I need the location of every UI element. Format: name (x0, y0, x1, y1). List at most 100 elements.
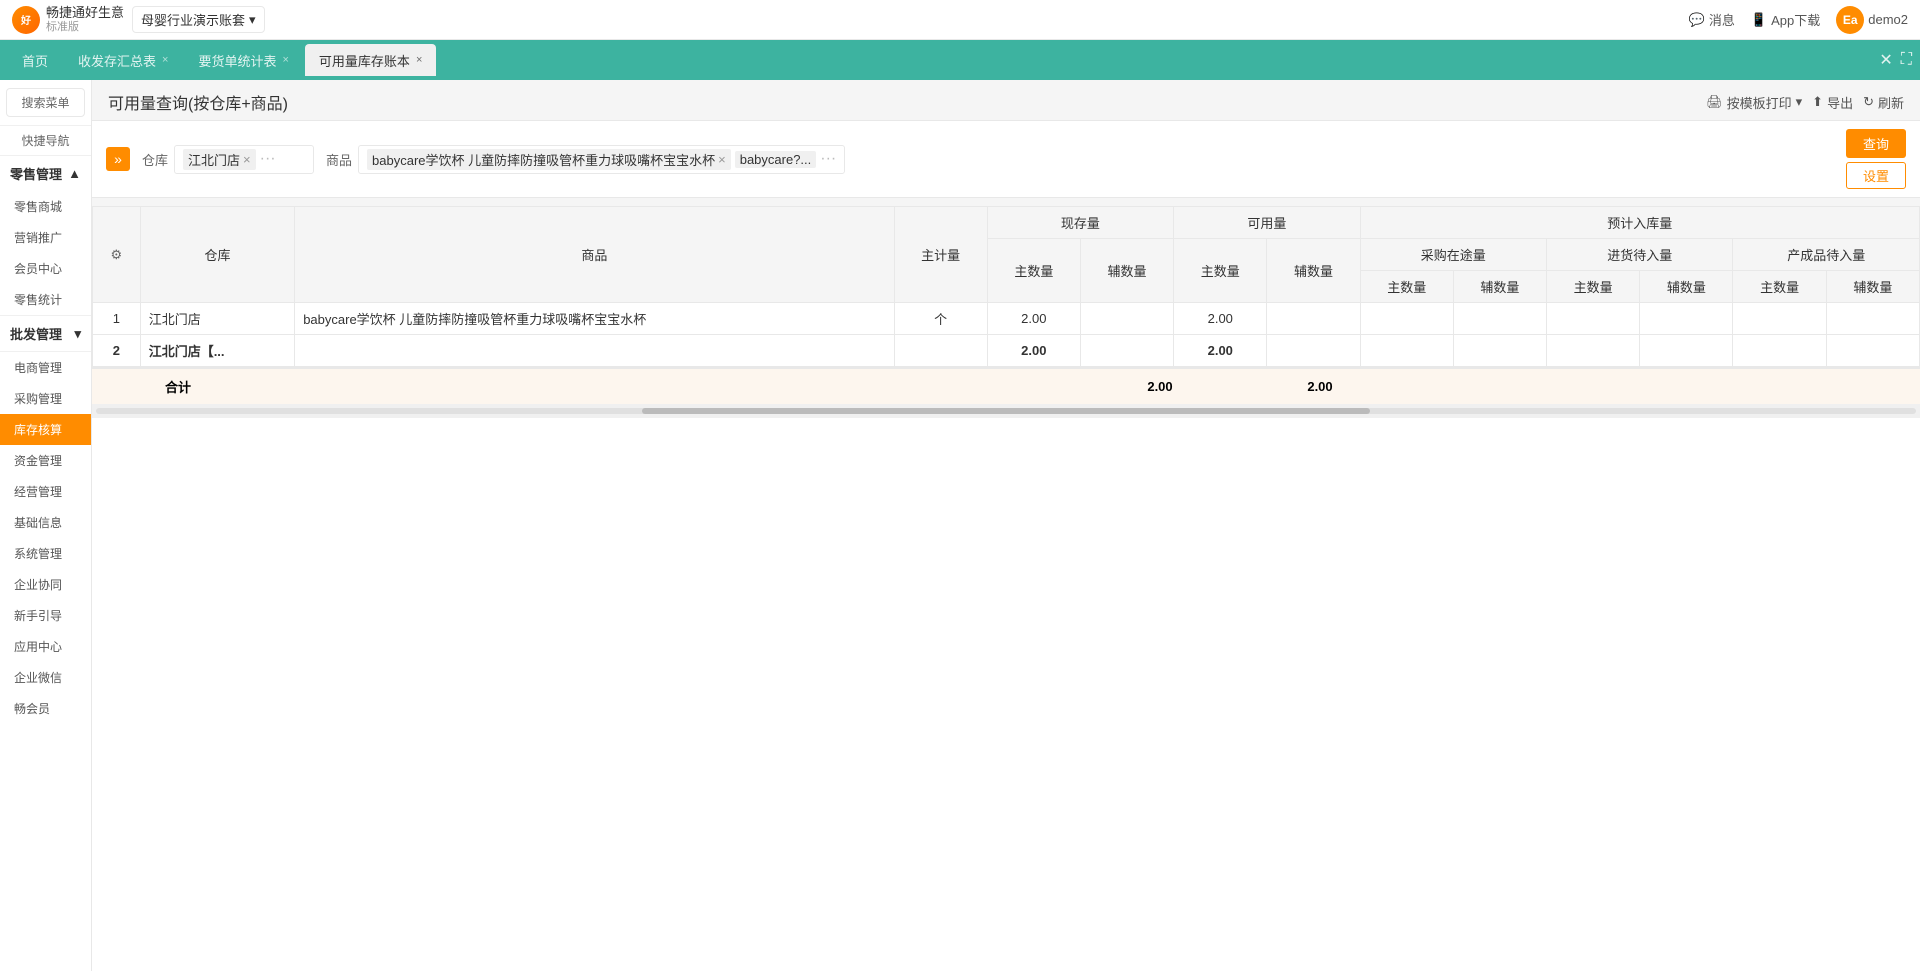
sidebar-item-basic-info[interactable]: 基础信息 (0, 507, 91, 538)
row2-product (295, 335, 894, 367)
row1-avail-main: 2.00 (1174, 303, 1267, 335)
export-btn[interactable]: ⬆ 导出 (1812, 93, 1853, 112)
message-btn[interactable]: 💬 消息 (1689, 10, 1735, 29)
tab-available-stock-label: 可用量库存账本 (319, 51, 410, 70)
fullscreen-btn[interactable]: ⛶ (1901, 51, 1912, 69)
th-purchase-transit: 采购在途量 (1360, 239, 1546, 271)
tab-receive-summary-close[interactable]: × (162, 54, 168, 66)
scroll-thumb[interactable] (642, 408, 1370, 414)
chevron-down-icon: ▾ (249, 12, 256, 28)
warehouse-tag: 江北门店 × (183, 149, 256, 170)
row1-stock-aux (1080, 303, 1173, 335)
chevron-up-icon: ▲ (68, 166, 81, 181)
setting-btn[interactable]: 设置 (1846, 162, 1906, 189)
sidebar-item-wechat[interactable]: 企业微信 (0, 662, 91, 693)
sidebar-item-online-store[interactable]: 零售商城 (0, 191, 91, 222)
filter-expand-btn[interactable]: » (106, 147, 130, 171)
warehouse-more[interactable]: ··· (260, 150, 276, 168)
sidebar-item-operation[interactable]: 经营管理 (0, 476, 91, 507)
tab-receive-summary[interactable]: 收发存汇总表 × (64, 44, 182, 76)
th-product: 商品 (295, 207, 894, 303)
user-area[interactable]: Ea demo2 (1836, 6, 1908, 34)
table-row: 1 江北门店 babycare学饮杯 儿童防摔防撞吸管杯重力球吸嘴杯宝宝水杯 个… (93, 303, 1920, 335)
top-bar: 好 畅捷通好生意 标准版 母婴行业演示账套 ▾ 💬 消息 📱 App下载 Ea … (0, 0, 1920, 40)
filter-product-field: 商品 babycare学饮杯 儿童防摔防撞吸管杯重力球吸嘴杯宝宝水杯 × bab… (326, 145, 845, 174)
page-header: 可用量查询(按仓库+商品) 🖨 按模板打印 ▾ ⬆ 导出 ↻ 刷新 (92, 80, 1920, 120)
row2-avail-aux (1267, 335, 1360, 367)
product-tag1: babycare学饮杯 儿童防摔防撞吸管杯重力球吸嘴杯宝宝水杯 × (367, 149, 731, 170)
product-more[interactable]: ··· (820, 150, 836, 168)
sidebar-item-app-center[interactable]: 应用中心 (0, 631, 91, 662)
row1-unit: 个 (894, 303, 987, 335)
sidebar: 搜索菜单 快捷导航 零售管理 ▲ 零售商城 营销推广 会员中心 零售统计 批发管… (0, 80, 92, 971)
horizontal-scrollbar[interactable] (92, 404, 1920, 418)
sidebar-item-finance[interactable]: 资金管理 (0, 445, 91, 476)
sidebar-item-retail-stats[interactable]: 零售统计 (0, 284, 91, 315)
th-avail-main: 主数量 (1174, 239, 1267, 303)
row1-avail-aux (1267, 303, 1360, 335)
page-title: 可用量查询(按仓库+商品) (108, 90, 288, 114)
th-purchase-waiting: 进货待入量 (1547, 239, 1733, 271)
app-download-btn[interactable]: 📱 App下载 (1751, 10, 1820, 29)
top-bar-left: 好 畅捷通好生意 标准版 母婴行业演示账套 ▾ (12, 5, 265, 34)
refresh-icon: ↻ (1863, 94, 1874, 110)
tab-order-stats-close[interactable]: × (282, 54, 288, 66)
sidebar-item-inventory[interactable]: 库存核算 (0, 414, 91, 445)
tab-available-stock-close[interactable]: × (416, 54, 422, 66)
sidebar-item-system[interactable]: 系统管理 (0, 538, 91, 569)
sidebar-quick-nav[interactable]: 快捷导航 (0, 126, 91, 156)
th-stock-main: 主数量 (987, 239, 1080, 303)
th-pt-aux: 辅数量 (1453, 271, 1546, 303)
footer-label: 合计 (128, 377, 228, 396)
settings-icon[interactable]: ⚙ (111, 247, 123, 262)
logo-icon: 好 (12, 6, 40, 34)
remove-product-tag1[interactable]: × (718, 152, 726, 167)
chevron-down-icon: ▾ (74, 326, 81, 342)
sidebar-item-purchase[interactable]: 采购管理 (0, 383, 91, 414)
data-table: ⚙ 仓库 商品 主计量 现存量 可用量 预计入库量 主数量 辅数量 主数量 辅数… (92, 206, 1920, 367)
row2-pw-aux (1640, 335, 1733, 367)
sidebar-item-member2[interactable]: 畅会员 (0, 693, 91, 724)
table-row: 2 江北门店【... 2.00 2.00 (93, 335, 1920, 367)
row2-pt-main (1360, 335, 1453, 367)
search-menu-btn[interactable]: 搜索菜单 (6, 88, 85, 117)
th-pw-main: 主数量 (1547, 271, 1640, 303)
tenant-selector[interactable]: 母婴行业演示账套 ▾ (132, 6, 265, 33)
avatar: Ea (1836, 6, 1864, 34)
th-available: 可用量 (1174, 207, 1360, 239)
sidebar-item-newbie[interactable]: 新手引导 (0, 600, 91, 631)
row2-stock-aux (1080, 335, 1173, 367)
row1-product: babycare学饮杯 儿童防摔防撞吸管杯重力球吸嘴杯宝宝水杯 (295, 303, 894, 335)
tab-available-stock[interactable]: 可用量库存账本 × (305, 44, 436, 76)
logo-text: 畅捷通好生意 标准版 (46, 5, 124, 34)
row2-avail-main: 2.00 (1174, 335, 1267, 367)
product-input[interactable]: babycare学饮杯 儿童防摔防撞吸管杯重力球吸嘴杯宝宝水杯 × babyca… (358, 145, 845, 174)
query-btn[interactable]: 查询 (1846, 129, 1906, 158)
row1-pdw-main (1733, 303, 1826, 335)
scroll-track (96, 408, 1916, 414)
sidebar-wholesale-header[interactable]: 批发管理 ▾ (0, 316, 91, 351)
sidebar-item-ecommerce[interactable]: 电商管理 (0, 352, 91, 383)
chevron-down-icon: ▾ (1796, 94, 1803, 110)
logo-area: 好 畅捷通好生意 标准版 (12, 5, 124, 34)
th-production-waiting: 产成品待入量 (1733, 239, 1920, 271)
close-tab-btn[interactable]: ✕ (1879, 50, 1892, 70)
filter-actions: 查询 设置 (1846, 129, 1906, 189)
template-print-btn[interactable]: 🖨 按模板打印 ▾ (1706, 93, 1802, 112)
sidebar-retail-header[interactable]: 零售管理 ▲ (0, 156, 91, 191)
tab-home[interactable]: 首页 (8, 44, 62, 76)
warehouse-input[interactable]: 江北门店 × ··· (174, 145, 314, 174)
th-pdw-aux: 辅数量 (1826, 271, 1919, 303)
th-pt-main: 主数量 (1360, 271, 1453, 303)
remove-warehouse-tag[interactable]: × (243, 152, 251, 167)
sidebar-item-enterprise[interactable]: 企业协同 (0, 569, 91, 600)
tab-order-stats[interactable]: 要货单统计表 × (184, 44, 302, 76)
sidebar-item-member[interactable]: 会员中心 (0, 253, 91, 284)
row1-pt-main (1360, 303, 1453, 335)
refresh-btn[interactable]: ↻ 刷新 (1863, 93, 1904, 112)
row2-index: 2 (93, 335, 141, 367)
sidebar-item-marketing[interactable]: 营销推广 (0, 222, 91, 253)
th-settings[interactable]: ⚙ (93, 207, 141, 303)
page-actions: 🖨 按模板打印 ▾ ⬆ 导出 ↻ 刷新 (1706, 93, 1904, 112)
row2-stock-main: 2.00 (987, 335, 1080, 367)
